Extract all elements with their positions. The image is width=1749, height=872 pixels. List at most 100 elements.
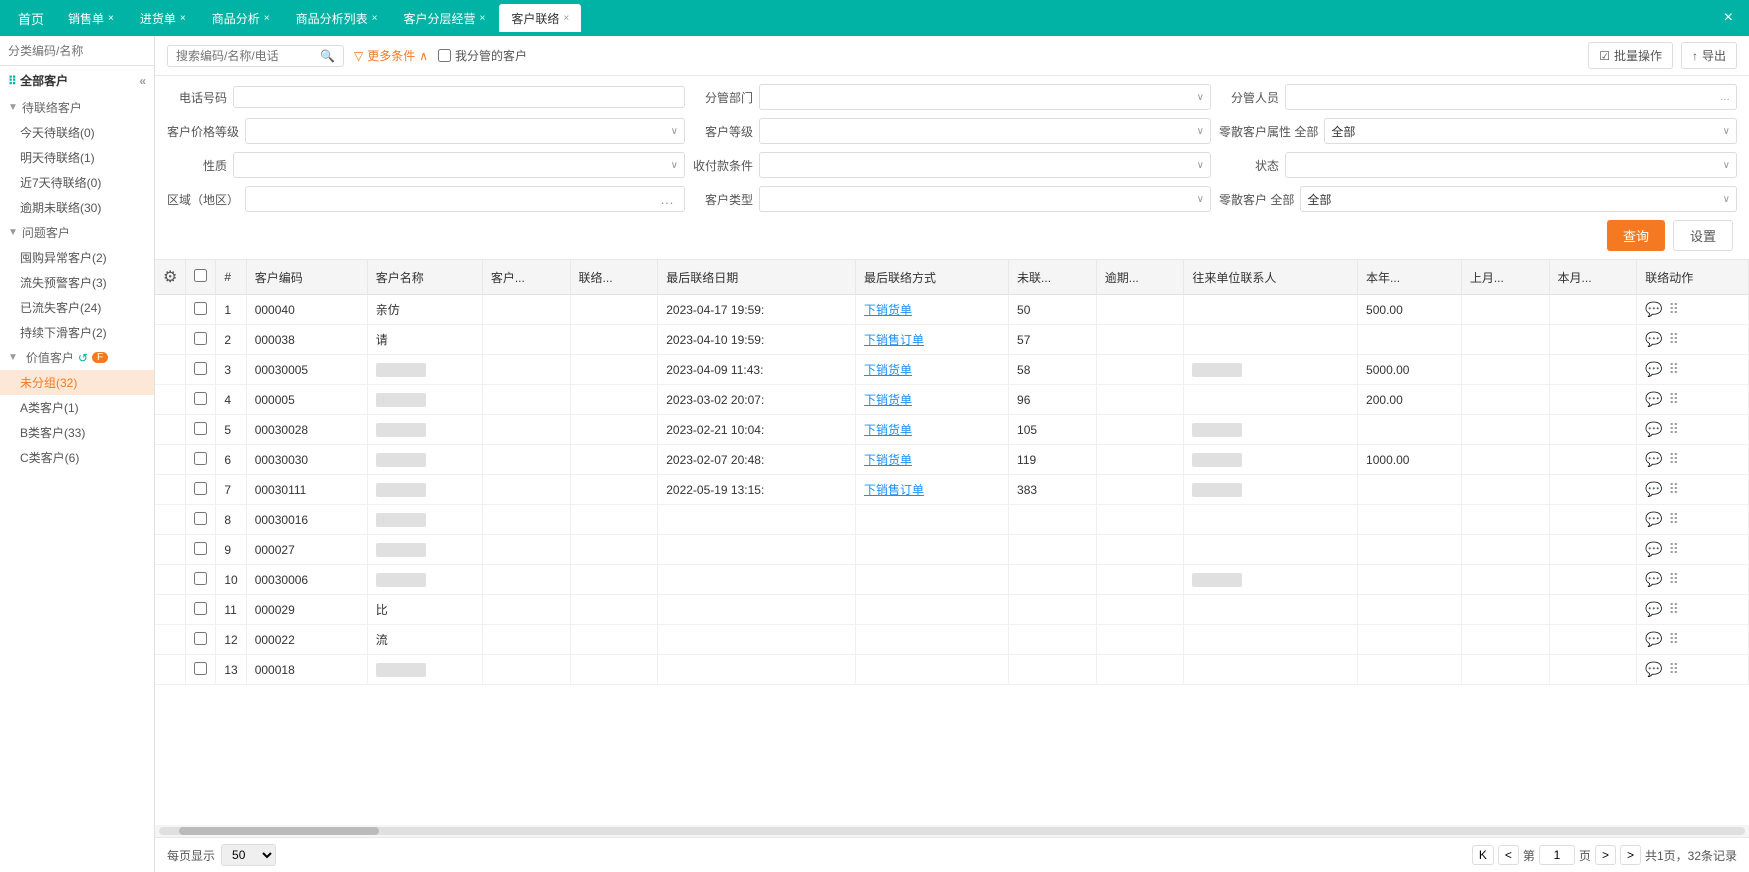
row-checkbox[interactable] bbox=[194, 362, 207, 375]
more-conditions-btn[interactable]: ▽ 更多条件 ∧ bbox=[354, 47, 428, 64]
reset-btn[interactable]: 设置 bbox=[1673, 220, 1733, 251]
row-checkbox[interactable] bbox=[194, 632, 207, 645]
nav-tab-sales[interactable]: 销售单 × bbox=[56, 4, 126, 32]
export-btn[interactable]: ↑ 导出 bbox=[1681, 42, 1737, 69]
region-select[interactable]: … bbox=[245, 186, 685, 212]
contact-method-link[interactable]: 下销售订单 bbox=[864, 333, 924, 347]
prev-page-btn[interactable]: < bbox=[1498, 845, 1519, 865]
sidebar-item-tomorrow-pending[interactable]: 明天待联络(1) bbox=[0, 145, 154, 170]
row-checkbox[interactable] bbox=[194, 332, 207, 345]
td-checkbox[interactable] bbox=[186, 415, 216, 445]
nature-select[interactable]: ∨ bbox=[233, 152, 685, 178]
chat-icon[interactable]: 💬 bbox=[1645, 631, 1662, 648]
nav-home[interactable]: 首页 bbox=[8, 9, 54, 28]
contact-method-link[interactable]: 下销货单 bbox=[864, 453, 912, 467]
row-checkbox[interactable] bbox=[194, 512, 207, 525]
customer-level-select[interactable]: ∨ bbox=[759, 118, 1211, 144]
sidebar-group-pending[interactable]: ▼ 待联络客户 bbox=[0, 95, 154, 120]
sidebar-item-overdue-pending[interactable]: 逾期未联络(30) bbox=[0, 195, 154, 220]
next-page-btn[interactable]: > bbox=[1595, 845, 1616, 865]
sidebar-search-input[interactable] bbox=[8, 44, 155, 58]
nav-tab-close-purchase[interactable]: × bbox=[180, 13, 186, 24]
batch-operation-btn[interactable]: ☑ 批量操作 bbox=[1588, 42, 1673, 69]
chat-icon[interactable]: 💬 bbox=[1645, 421, 1662, 438]
query-btn[interactable]: 查询 bbox=[1607, 220, 1665, 251]
grid-icon[interactable]: ⠿ bbox=[1669, 661, 1679, 678]
manager-select[interactable]: … bbox=[1285, 84, 1737, 110]
th-settings[interactable]: ⚙ bbox=[155, 260, 186, 295]
retail-attr-select[interactable]: 全部 ∨ bbox=[1324, 118, 1737, 144]
grid-icon[interactable]: ⠿ bbox=[1669, 361, 1679, 378]
row-checkbox[interactable] bbox=[194, 662, 207, 675]
row-checkbox[interactable] bbox=[194, 302, 207, 315]
sidebar-item-c-class[interactable]: C类客户(6) bbox=[0, 445, 154, 470]
nav-tab-analysis-list[interactable]: 商品分析列表 × bbox=[284, 4, 390, 32]
sidebar-item-churn-warning[interactable]: 流失预警客户(3) bbox=[0, 270, 154, 295]
row-checkbox[interactable] bbox=[194, 452, 207, 465]
row-checkbox[interactable] bbox=[194, 572, 207, 585]
row-checkbox[interactable] bbox=[194, 482, 207, 495]
status-select[interactable]: ∨ bbox=[1285, 152, 1737, 178]
sidebar-item-7days-pending[interactable]: 近7天待联络(0) bbox=[0, 170, 154, 195]
payment-select[interactable]: ∨ bbox=[759, 152, 1211, 178]
chat-icon[interactable]: 💬 bbox=[1645, 571, 1662, 588]
chat-icon[interactable]: 💬 bbox=[1645, 391, 1662, 408]
price-level-select[interactable]: ∨ bbox=[245, 118, 685, 144]
last-page-btn[interactable]: > bbox=[1620, 845, 1641, 865]
chat-icon[interactable]: 💬 bbox=[1645, 661, 1662, 678]
all-customers-header[interactable]: ⠿ 全部客户 « bbox=[0, 66, 154, 95]
refresh-icon[interactable]: ↺ bbox=[78, 351, 88, 365]
dept-select[interactable]: ∨ bbox=[759, 84, 1211, 110]
filter-search-icon[interactable]: 🔍 bbox=[320, 49, 335, 63]
sidebar-item-ungrouped[interactable]: 未分组(32) bbox=[0, 370, 154, 395]
td-checkbox[interactable] bbox=[186, 625, 216, 655]
td-checkbox[interactable] bbox=[186, 295, 216, 325]
filter-search-box[interactable]: 🔍 bbox=[167, 45, 344, 67]
sidebar-search-box[interactable]: 🔍 bbox=[0, 36, 154, 66]
td-checkbox[interactable] bbox=[186, 325, 216, 355]
chat-icon[interactable]: 💬 bbox=[1645, 451, 1662, 468]
phone-input[interactable] bbox=[233, 86, 685, 108]
grid-icon[interactable]: ⠿ bbox=[1669, 331, 1679, 348]
contact-method-link[interactable]: 下销货单 bbox=[864, 423, 912, 437]
sidebar-item-declining[interactable]: 持续下滑客户(2) bbox=[0, 320, 154, 345]
td-checkbox[interactable] bbox=[186, 655, 216, 685]
td-checkbox[interactable] bbox=[186, 505, 216, 535]
sidebar-item-a-class[interactable]: A类客户(1) bbox=[0, 395, 154, 420]
window-close-btn[interactable]: × bbox=[1716, 9, 1741, 27]
td-checkbox[interactable] bbox=[186, 535, 216, 565]
td-checkbox[interactable] bbox=[186, 385, 216, 415]
grid-icon[interactable]: ⠿ bbox=[1669, 571, 1679, 588]
grid-icon[interactable]: ⠿ bbox=[1669, 421, 1679, 438]
filter-search-input[interactable] bbox=[176, 49, 316, 63]
sidebar-item-today-pending[interactable]: 今天待联络(0) bbox=[0, 120, 154, 145]
td-checkbox[interactable] bbox=[186, 355, 216, 385]
row-checkbox[interactable] bbox=[194, 422, 207, 435]
grid-icon[interactable]: ⠿ bbox=[1669, 451, 1679, 468]
row-checkbox[interactable] bbox=[194, 602, 207, 615]
contact-method-link[interactable]: 下销售订单 bbox=[864, 483, 924, 497]
sidebar-item-churned[interactable]: 已流失客户(24) bbox=[0, 295, 154, 320]
td-checkbox[interactable] bbox=[186, 445, 216, 475]
chat-icon[interactable]: 💬 bbox=[1645, 601, 1662, 618]
nav-tab-close-customer-tier[interactable]: × bbox=[479, 13, 485, 24]
chat-icon[interactable]: 💬 bbox=[1645, 541, 1662, 558]
th-checkbox[interactable] bbox=[186, 260, 216, 295]
contact-method-link[interactable]: 下销货单 bbox=[864, 393, 912, 407]
sidebar-group-value[interactable]: ▼ 价值客户 ↺ F bbox=[0, 345, 154, 370]
nav-tab-analysis[interactable]: 商品分析 × bbox=[200, 4, 282, 32]
chat-icon[interactable]: 💬 bbox=[1645, 301, 1662, 318]
cust-type-select[interactable]: ∨ bbox=[759, 186, 1211, 212]
horizontal-scrollbar[interactable] bbox=[155, 825, 1749, 837]
nav-tab-close-customer-contact[interactable]: × bbox=[563, 13, 569, 24]
sidebar-group-problem[interactable]: ▼ 问题客户 bbox=[0, 220, 154, 245]
grid-icon[interactable]: ⠿ bbox=[1669, 511, 1679, 528]
nav-tab-customer-tier[interactable]: 客户分层经营 × bbox=[391, 4, 497, 32]
contact-method-link[interactable]: 下销货单 bbox=[864, 363, 912, 377]
grid-icon[interactable]: ⠿ bbox=[1669, 541, 1679, 558]
settings-icon[interactable]: ⚙ bbox=[163, 269, 177, 286]
page-number-input[interactable] bbox=[1539, 845, 1575, 865]
contact-method-link[interactable]: 下销货单 bbox=[864, 303, 912, 317]
chat-icon[interactable]: 💬 bbox=[1645, 361, 1662, 378]
first-page-btn[interactable]: K bbox=[1472, 845, 1494, 865]
